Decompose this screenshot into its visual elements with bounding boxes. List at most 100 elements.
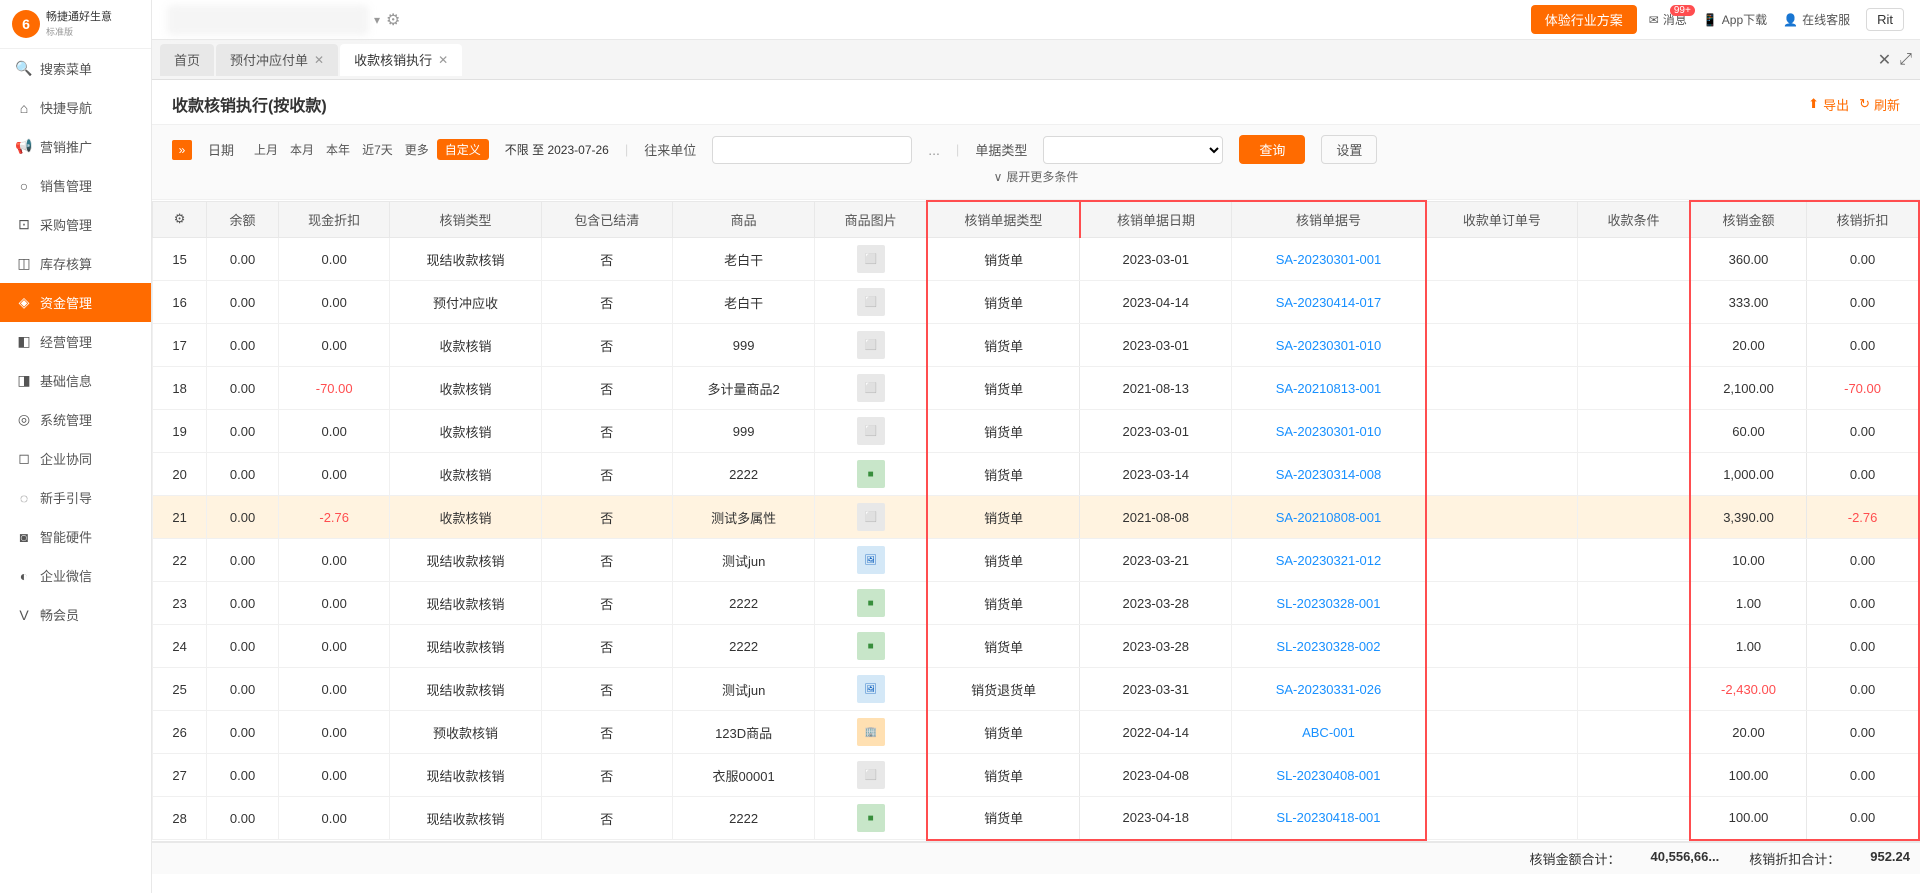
app-logo: 6 畅捷通好生意 标准版 bbox=[0, 0, 151, 49]
cell-order-no bbox=[1426, 625, 1578, 668]
sidebar-item-system[interactable]: ◎ 系统管理 bbox=[0, 400, 151, 439]
service-label: 在线客服 bbox=[1802, 11, 1850, 28]
cell-payment-cond bbox=[1578, 238, 1690, 281]
unit-input[interactable] bbox=[712, 136, 912, 164]
cell-product-img: ⬜ bbox=[815, 410, 927, 453]
cell-cash-discount: 0.00 bbox=[278, 582, 389, 625]
cell-doc-date: 2023-03-28 bbox=[1080, 582, 1232, 625]
tab-prepay[interactable]: 预付冲应付单 ✕ bbox=[216, 44, 338, 76]
cell-doc-no[interactable]: SA-20230414-017 bbox=[1232, 281, 1426, 324]
sidebar-item-label: 采购管理 bbox=[40, 215, 92, 234]
topbar-input[interactable] bbox=[168, 6, 368, 34]
cell-doc-no[interactable]: SA-20210808-001 bbox=[1232, 496, 1426, 539]
date-btn-last-month[interactable]: 上月 bbox=[250, 139, 282, 160]
sidebar-item-collaboration[interactable]: ◻ 企业协同 bbox=[0, 439, 151, 478]
col-order-no: 收款单订单号 bbox=[1426, 201, 1578, 238]
type-select[interactable] bbox=[1043, 136, 1223, 164]
row-num: 25 bbox=[153, 668, 207, 711]
col-settings[interactable]: ⚙ bbox=[153, 201, 207, 238]
cell-product: 999 bbox=[672, 410, 814, 453]
sidebar-item-label: 企业协同 bbox=[40, 449, 92, 468]
expand-more-button[interactable]: ∨ 展开更多条件 bbox=[172, 164, 1900, 189]
cell-doc-no[interactable]: SA-20230331-026 bbox=[1232, 668, 1426, 711]
cell-payment-cond bbox=[1578, 711, 1690, 754]
solution-button[interactable]: 体验行业方案 bbox=[1531, 5, 1637, 34]
cell-doc-type: 销货单 bbox=[927, 324, 1080, 367]
chevron-down-icon[interactable]: ▾ bbox=[374, 13, 380, 27]
close-tab-button[interactable]: ✕ bbox=[1878, 50, 1891, 70]
sidebar-item-marketing[interactable]: 📢 营销推广 bbox=[0, 127, 151, 166]
sidebar-item-operations[interactable]: ◧ 经营管理 bbox=[0, 322, 151, 361]
message-button[interactable]: ✉ 消息 99+ bbox=[1649, 11, 1687, 28]
cell-doc-no[interactable]: SA-20230301-001 bbox=[1232, 238, 1426, 281]
sidebar-item-inventory[interactable]: ◫ 库存核算 bbox=[0, 244, 151, 283]
col-payment-cond: 收款条件 bbox=[1578, 201, 1690, 238]
filter-expand-button[interactable]: » bbox=[172, 140, 192, 160]
cell-doc-no[interactable]: SA-20230314-008 bbox=[1232, 453, 1426, 496]
cell-doc-no[interactable]: SA-20230301-010 bbox=[1232, 324, 1426, 367]
date-btn-custom[interactable]: 自定义 bbox=[437, 139, 489, 160]
col-doc-type: 核销单据类型 bbox=[927, 201, 1080, 238]
tab-collection-close[interactable]: ✕ bbox=[438, 53, 448, 67]
col-product: 商品 bbox=[672, 201, 814, 238]
export-label: 导出 bbox=[1823, 95, 1849, 114]
refresh-button[interactable]: ↻ 刷新 bbox=[1859, 95, 1900, 114]
online-service-button[interactable]: 👤 在线客服 bbox=[1783, 11, 1850, 28]
cell-discount: 0.00 bbox=[1807, 625, 1919, 668]
cell-doc-date: 2023-04-18 bbox=[1080, 797, 1232, 840]
cell-doc-no[interactable]: SL-20230328-002 bbox=[1232, 625, 1426, 668]
app-download-button[interactable]: 📱 App下载 bbox=[1703, 11, 1767, 28]
page-header: 收款核销执行(按收款) ⬆ 导出 ↻ 刷新 bbox=[152, 80, 1920, 125]
cell-product-img: ⬜ bbox=[815, 238, 927, 281]
cell-doc-no[interactable]: SA-20230301-010 bbox=[1232, 410, 1426, 453]
refresh-label: 刷新 bbox=[1874, 95, 1900, 114]
sidebar-item-label: 搜索菜单 bbox=[40, 59, 92, 78]
cell-included: 否 bbox=[541, 281, 672, 324]
sidebar-item-guide[interactable]: ◌ 新手引导 bbox=[0, 478, 151, 517]
query-button[interactable]: 查询 bbox=[1239, 135, 1305, 164]
unit-label: 往来单位 bbox=[644, 140, 696, 159]
date-btn-this-year[interactable]: 本年 bbox=[322, 139, 354, 160]
sidebar-item-purchase[interactable]: ⊡ 采购管理 bbox=[0, 205, 151, 244]
cell-included: 否 bbox=[541, 797, 672, 840]
sidebar-item-wechat[interactable]: ◐ 企业微信 bbox=[0, 556, 151, 595]
sidebar-item-search[interactable]: 🔍 搜索菜单 bbox=[0, 49, 151, 88]
sidebar-item-quicknav[interactable]: ⌂ 快捷导航 bbox=[0, 88, 151, 127]
sidebar-item-sales[interactable]: ○ 销售管理 bbox=[0, 166, 151, 205]
unit-dots[interactable]: ... bbox=[928, 142, 940, 158]
cell-doc-no[interactable]: SA-20210813-001 bbox=[1232, 367, 1426, 410]
tab-home[interactable]: 首页 bbox=[160, 44, 214, 76]
gear-icon[interactable]: ⚙ bbox=[386, 10, 400, 30]
cell-doc-type: 销货单 bbox=[927, 625, 1080, 668]
date-btn-more[interactable]: 更多 bbox=[401, 139, 433, 160]
maximize-button[interactable]: ⤢ bbox=[1899, 51, 1912, 69]
col-amount: 核销金额 bbox=[1690, 201, 1807, 238]
row-num: 20 bbox=[153, 453, 207, 496]
amount-total-value: 40,556,66... bbox=[1651, 849, 1720, 868]
tab-collection[interactable]: 收款核销执行 ✕ bbox=[340, 44, 462, 76]
cell-balance: 0.00 bbox=[207, 797, 279, 840]
cell-amount: 360.00 bbox=[1690, 238, 1807, 281]
filter-area: » 日期 上月 本月 本年 近7天 更多 自定义 不限 至 2023-07-26… bbox=[152, 125, 1920, 200]
date-btn-7days[interactable]: 近7天 bbox=[358, 139, 397, 160]
sidebar-item-hardware[interactable]: ◙ 智能硬件 bbox=[0, 517, 151, 556]
cell-doc-no[interactable]: ABC-001 bbox=[1232, 711, 1426, 754]
hardware-icon: ◙ bbox=[16, 529, 32, 545]
cell-amount: 20.00 bbox=[1690, 711, 1807, 754]
cell-doc-no[interactable]: SL-20230328-001 bbox=[1232, 582, 1426, 625]
cell-order-no bbox=[1426, 711, 1578, 754]
cell-doc-no[interactable]: SL-20230408-001 bbox=[1232, 754, 1426, 797]
cell-doc-no[interactable]: SL-20230418-001 bbox=[1232, 797, 1426, 840]
cell-doc-no[interactable]: SA-20230321-012 bbox=[1232, 539, 1426, 582]
cell-cash-discount: -70.00 bbox=[278, 367, 389, 410]
row-num: 17 bbox=[153, 324, 207, 367]
export-button[interactable]: ⬆ 导出 bbox=[1808, 95, 1849, 114]
tab-prepay-close[interactable]: ✕ bbox=[314, 53, 324, 67]
sidebar-item-base-info[interactable]: ◨ 基础信息 bbox=[0, 361, 151, 400]
col-doc-date: 核销单据日期 bbox=[1080, 201, 1232, 238]
user-button[interactable]: Rit bbox=[1866, 8, 1904, 31]
filter-settings-button[interactable]: 设置 bbox=[1321, 135, 1377, 164]
date-btn-this-month[interactable]: 本月 bbox=[286, 139, 318, 160]
sidebar-item-member[interactable]: V 畅会员 bbox=[0, 595, 151, 634]
sidebar-item-finance[interactable]: ◈ 资金管理 bbox=[0, 283, 151, 322]
